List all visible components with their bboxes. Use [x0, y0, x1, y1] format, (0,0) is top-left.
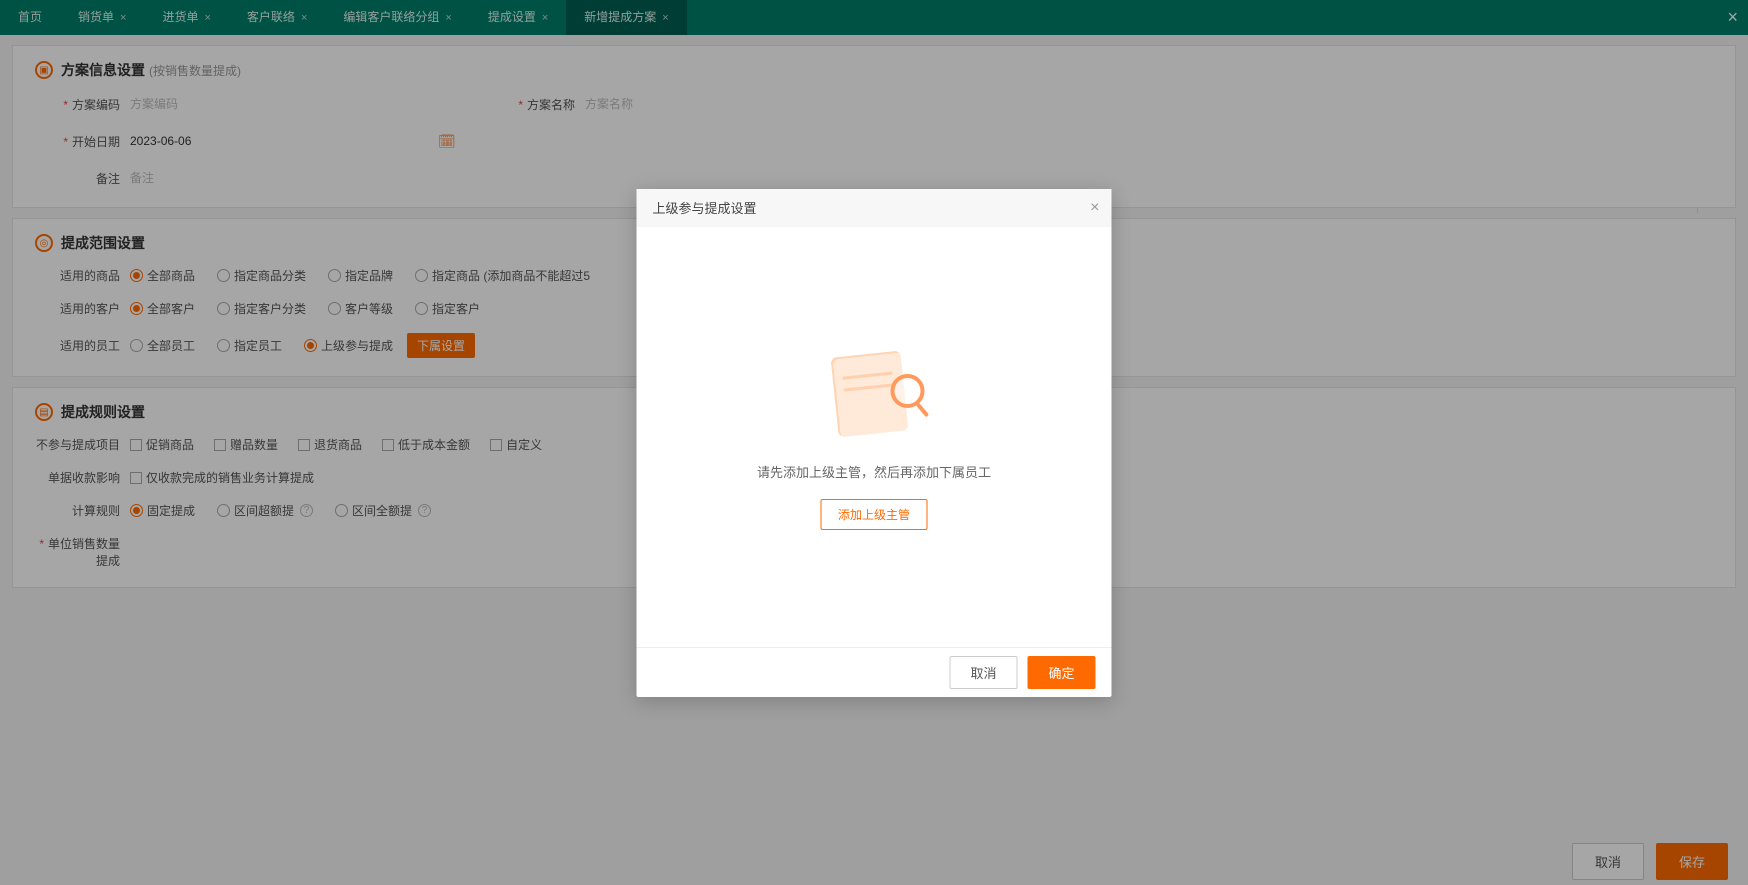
- empty-text: 请先添加上级主管，然后再添加下属员工: [757, 462, 991, 481]
- modal-title: 上级参与提成设置: [653, 198, 757, 217]
- add-superior-button[interactable]: 添加上级主管: [821, 499, 927, 530]
- modal-footer: 取消 确定: [637, 647, 1112, 697]
- modal-cancel-button[interactable]: 取消: [949, 656, 1017, 689]
- modal-body: 请先添加上级主管，然后再添加下属员工 添加上级主管: [637, 227, 1112, 647]
- modal-close-icon[interactable]: ×: [1090, 199, 1099, 217]
- superior-settings-modal: 上级参与提成设置 × 请先添加上级主管，然后再添加下属员工 添加上级主管 取消 …: [637, 189, 1112, 697]
- empty-illustration: [814, 344, 934, 444]
- modal-header: 上级参与提成设置 ×: [637, 189, 1112, 227]
- modal-ok-button[interactable]: 确定: [1027, 656, 1095, 689]
